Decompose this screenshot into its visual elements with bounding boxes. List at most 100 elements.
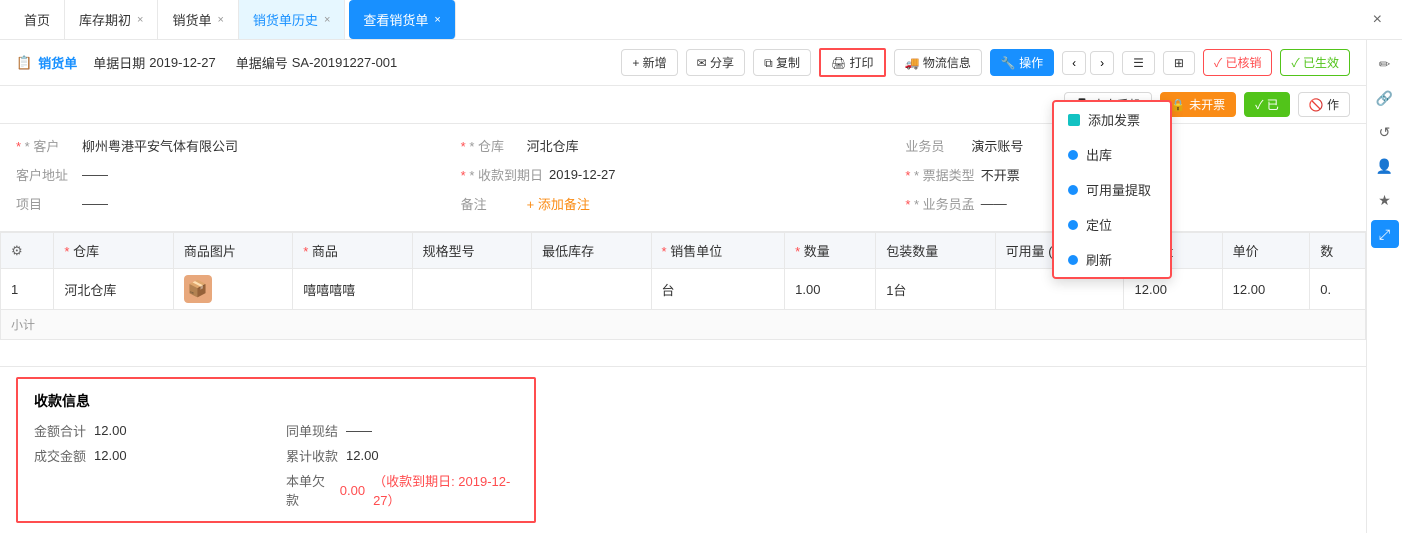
warehouse-out-icon	[1068, 150, 1078, 160]
doc-title-text: 销货单	[38, 53, 77, 72]
cancel-status-button[interactable]: ✓ 已核销	[1203, 49, 1273, 76]
col-image: 商品图片	[173, 233, 292, 269]
doc-meta: 单据日期 2019-12-27 单据编号 SA-20191227-001	[93, 53, 397, 72]
refresh-label: 刷新	[1086, 250, 1112, 269]
tab-sales-label: 销货单	[172, 10, 211, 29]
window-close-button[interactable]: ×	[1363, 11, 1392, 29]
effect-status-button[interactable]: ✓ 已生效	[1280, 49, 1350, 76]
next-arrow[interactable]: ›	[1090, 51, 1114, 75]
side-user-icon[interactable]: 👤	[1371, 152, 1399, 180]
operations-button[interactable]: 🔧 操作	[990, 49, 1054, 76]
deal-amount-value: 12.00	[94, 448, 127, 463]
nav-arrows: ‹ ›	[1062, 51, 1114, 75]
cell-qty: 1.00	[785, 269, 876, 310]
copy-button[interactable]: ⧉ 复制	[753, 49, 811, 76]
cell-index: 1	[1, 269, 54, 310]
balance-label: 本单欠款	[286, 471, 332, 509]
logistics-button[interactable]: 🚚 物流信息	[894, 49, 982, 76]
ticket-type-label: * 票据类型	[905, 165, 974, 184]
dropdown-refresh[interactable]: 刷新	[1054, 242, 1170, 277]
tab-check-sales[interactable]: 查看销货单 ×	[349, 0, 455, 39]
payment-title: 收款信息	[34, 391, 518, 411]
tab-check-close[interactable]: ×	[434, 14, 440, 26]
col-pkg-qty: 包装数量	[876, 233, 995, 269]
locate-icon	[1068, 220, 1078, 230]
cell-product: 嘻嘻嘻嘻	[293, 269, 412, 310]
cell-pkg-qty: 1台	[876, 269, 995, 310]
warehouse-field: * 仓库 河北仓库	[461, 136, 906, 155]
col-qty: 数量	[785, 233, 876, 269]
cumulative-label: 累计收款	[286, 446, 338, 465]
address-label: 客户地址	[16, 165, 76, 184]
side-edit-icon[interactable]: ✏	[1371, 50, 1399, 78]
view-toggle-list[interactable]: ☰	[1122, 51, 1155, 75]
doc-header: 📋 销货单 单据日期 2019-12-27 单据编号 SA-20191227-0…	[0, 40, 1366, 86]
side-link-icon[interactable]: 🔗	[1371, 84, 1399, 112]
payment-grid: 金额合计 12.00 同单现结 —— 成交金额 12.00 累计收款 12.00	[34, 421, 518, 509]
dropdown-add-invoice[interactable]: 添加发票	[1054, 102, 1170, 137]
col-spec: 规格型号	[412, 233, 531, 269]
payment-date-label: * 收款到期日	[461, 165, 543, 184]
cell-amount: 0.	[1310, 269, 1366, 310]
side-refresh-icon[interactable]: ↺	[1371, 118, 1399, 146]
warehouse-label: * 仓库	[461, 136, 521, 155]
col-min-stock: 最低库存	[532, 233, 651, 269]
tab-sales-history[interactable]: 销货单历史 ×	[239, 0, 345, 39]
settle-row: 同单现结 ——	[286, 421, 518, 440]
total-amount-row: 金额合计 12.00	[34, 421, 266, 440]
tab-bar: 首页 库存期初 × 销货单 × 销货单历史 × 查看销货单 × ×	[0, 0, 1402, 40]
cancel2-button[interactable]: 🚫 作	[1298, 92, 1350, 117]
subtotal-row: 小计	[1, 310, 1366, 340]
total-amount-label: 金额合计	[34, 421, 86, 440]
col-settings[interactable]: ⚙	[1, 233, 54, 269]
doc-actions: + 新增 ✉ 分享 ⧉ 复制 🖨 打印 🚚 物流信息 🔧 操作 ‹ › ☰ ⊞ …	[621, 48, 1350, 77]
available-qty-icon	[1068, 185, 1078, 195]
side-star-icon[interactable]: ★	[1371, 186, 1399, 214]
right-panel: ✏ 🔗 ↺ 👤 ★ ⤢	[1366, 40, 1402, 533]
note-field: 备注 + 添加备注	[461, 194, 906, 213]
deal-amount-row: 成交金额 12.00	[34, 446, 266, 465]
print-button[interactable]: 🖨 打印	[819, 48, 886, 77]
note-label: 备注	[461, 194, 521, 213]
project-value: ——	[82, 196, 108, 211]
doc-number-value: SA-20191227-001	[292, 55, 398, 70]
tab-inventory-init[interactable]: 库存期初 ×	[65, 0, 158, 39]
dropdown-locate[interactable]: 定位	[1054, 207, 1170, 242]
add-note-button[interactable]: + 添加备注	[527, 194, 590, 213]
prev-arrow[interactable]: ‹	[1062, 51, 1086, 75]
cell-spec	[412, 269, 531, 310]
share-button[interactable]: ✉ 分享	[686, 49, 745, 76]
customer-label: * 客户	[16, 136, 76, 155]
cumulative-row: 累计收款 12.00	[286, 446, 518, 465]
salesperson-label: * 业务员孟	[905, 194, 974, 213]
side-expand-icon[interactable]: ⤢	[1371, 220, 1399, 248]
doc-icon: 📋	[16, 55, 32, 71]
view-toggle-grid[interactable]: ⊞	[1163, 51, 1195, 75]
doc-title-area: 📋 销货单 单据日期 2019-12-27 单据编号 SA-20191227-0…	[16, 53, 621, 72]
deal-amount-label: 成交金额	[34, 446, 86, 465]
tab-history-close[interactable]: ×	[324, 14, 330, 26]
doc-title: 📋 销货单	[16, 53, 77, 72]
settle-value: ——	[346, 423, 372, 438]
balance-value: 0.00	[340, 483, 365, 498]
col-unit: 销售单位	[651, 233, 785, 269]
new-button[interactable]: + 新增	[621, 49, 677, 76]
tab-sales-order[interactable]: 销货单 ×	[158, 0, 238, 39]
tab-sales-close[interactable]: ×	[217, 14, 223, 26]
locate-label: 定位	[1086, 215, 1112, 234]
add-invoice-label: 添加发票	[1088, 110, 1140, 129]
tab-home[interactable]: 首页	[10, 0, 65, 39]
dropdown-available-qty[interactable]: 可用量提取	[1054, 172, 1170, 207]
confirm-button[interactable]: ✓ 已	[1244, 92, 1290, 117]
ticket-type-value: 不开票	[981, 165, 1020, 184]
subtotal-label: 小计	[1, 310, 1366, 340]
doc-number-label: 单据编号 SA-20191227-001	[236, 53, 398, 72]
payment-info: 收款信息 金额合计 12.00 同单现结 —— 成交金额 12.00 累计收款 …	[16, 377, 536, 523]
tab-inventory-close[interactable]: ×	[137, 14, 143, 26]
dropdown-warehouse-out[interactable]: 出库	[1054, 137, 1170, 172]
col-price: 单价	[1222, 233, 1310, 269]
cell-image: 📦	[173, 269, 292, 310]
payment-date-value: 2019-12-27	[549, 167, 616, 182]
settle-label: 同单现结	[286, 421, 338, 440]
employee-label: 业务员	[905, 136, 965, 155]
